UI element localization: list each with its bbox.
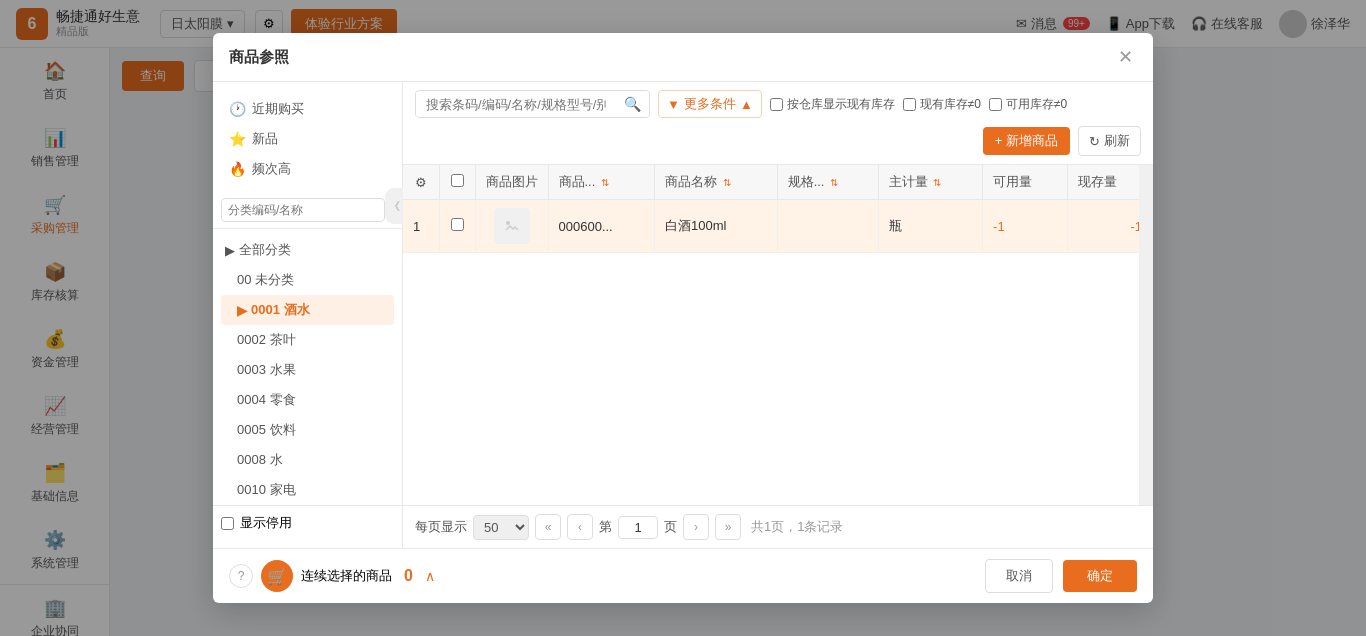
footer-left: ? 🛒 连续选择的商品 0 ∧ — [229, 560, 435, 592]
confirm-button[interactable]: 确定 — [1063, 560, 1137, 592]
selected-count: 0 — [404, 567, 413, 585]
col-settings[interactable]: ⚙ — [403, 165, 439, 200]
filter-collapse-icon: ▲ — [740, 97, 753, 112]
right-panel: 🔍 ▼ 更多条件 ▲ 按仓库显示现有库存 现有库存≠0 可用库存≠0 — [403, 82, 1153, 548]
col-spec[interactable]: 规格... ⇅ — [777, 165, 878, 200]
row-checkbox[interactable] — [451, 218, 464, 231]
last-page-btn[interactable]: » — [715, 514, 741, 540]
recent-icon: 🕐 — [229, 101, 246, 117]
available-checkbox-label[interactable]: 可用库存≠0 — [989, 96, 1067, 113]
col-code[interactable]: 商品... ⇅ — [548, 165, 655, 200]
footer-right: 取消 确定 — [985, 559, 1137, 593]
modal-close-button[interactable]: ✕ — [1113, 45, 1137, 69]
tree-item-00[interactable]: 00 未分类 — [221, 265, 394, 295]
product-table: ⚙ 商品图片 商品... ⇅ 商品名称 ⇅ — [403, 165, 1153, 253]
tree-item-0003[interactable]: 0003 水果 — [221, 355, 394, 385]
pagination: 每页显示 50 10 20 100 « ‹ 第 页 › » 共1页，1条记录 — [403, 505, 1153, 548]
page-number-input[interactable] — [618, 516, 658, 539]
tree-item-all[interactable]: ▶ 全部分类 — [221, 235, 394, 265]
prev-page-btn[interactable]: ‹ — [567, 514, 593, 540]
quick-btn-frequent[interactable]: 🔥 频次高 — [221, 154, 394, 184]
sort-spec-icon: ⇅ — [830, 177, 838, 188]
quick-btn-new[interactable]: ⭐ 新品 — [221, 124, 394, 154]
modal-title: 商品参照 — [229, 48, 289, 67]
help-button[interactable]: ? — [229, 564, 253, 588]
quick-buttons: 🕐 近期购买 ⭐ 新品 🔥 频次高 — [213, 90, 402, 188]
footer-collapse-btn[interactable]: ∧ — [425, 568, 435, 584]
per-page-label: 每页显示 — [415, 518, 467, 536]
row-unit: 瓶 — [878, 200, 982, 253]
show-disabled-row: 显示停用 — [213, 505, 402, 540]
page-suffix: 页 — [664, 518, 677, 536]
row-available: -1 — [983, 200, 1068, 253]
available-checkbox[interactable] — [989, 98, 1002, 111]
tree-arrow-all: ▶ — [225, 243, 235, 258]
check-all-checkbox[interactable] — [451, 174, 464, 187]
category-search-input[interactable] — [221, 198, 385, 222]
warehouse-checkbox[interactable] — [770, 98, 783, 111]
next-page-btn[interactable]: › — [683, 514, 709, 540]
row-name: 白酒100ml — [655, 200, 778, 253]
product-reference-modal: 商品参照 ✕ 🕐 近期购买 ⭐ 新品 🔥 频次高 — [213, 33, 1153, 603]
show-disabled-checkbox[interactable] — [221, 517, 234, 530]
product-toolbar: 🔍 ▼ 更多条件 ▲ 按仓库显示现有库存 现有库存≠0 可用库存≠0 — [403, 82, 1153, 165]
col-unit[interactable]: 主计量 ⇅ — [878, 165, 982, 200]
product-table-wrapper: ⚙ 商品图片 商品... ⇅ 商品名称 ⇅ — [403, 165, 1153, 505]
warehouse-checkbox-label[interactable]: 按仓库显示现有库存 — [770, 96, 895, 113]
cart-icon-btn[interactable]: 🛒 — [261, 560, 293, 592]
quick-btn-recent[interactable]: 🕐 近期购买 — [221, 94, 394, 124]
new-icon: ⭐ — [229, 131, 246, 147]
cancel-button[interactable]: 取消 — [985, 559, 1053, 593]
left-panel-collapse-btn[interactable]: 《 — [385, 188, 403, 224]
first-page-btn[interactable]: « — [535, 514, 561, 540]
refresh-icon: ↻ — [1089, 134, 1100, 149]
filter-btn[interactable]: ▼ 更多条件 ▲ — [658, 90, 762, 118]
tree-item-0008[interactable]: 0008 水 — [221, 445, 394, 475]
category-tree: ▶ 全部分类 00 未分类 ▶ 0001 酒水 0002 茶叶 0003 水果 — [213, 229, 402, 505]
tree-arrow-0001: ▶ — [237, 303, 247, 318]
tree-item-0002[interactable]: 0002 茶叶 — [221, 325, 394, 355]
stock-checkbox-label[interactable]: 现有库存≠0 — [903, 96, 981, 113]
per-page-select[interactable]: 50 10 20 100 — [473, 515, 529, 540]
modal-body: 🕐 近期购买 ⭐ 新品 🔥 频次高 《 🔍 — [213, 82, 1153, 548]
product-search-input[interactable] — [416, 92, 616, 117]
svg-point-1 — [506, 221, 510, 225]
row-image — [475, 200, 548, 253]
left-panel: 🕐 近期购买 ⭐ 新品 🔥 频次高 《 🔍 — [213, 82, 403, 548]
row-check[interactable] — [439, 200, 475, 253]
modal-footer: ? 🛒 连续选择的商品 0 ∧ 取消 确定 — [213, 548, 1153, 603]
frequent-icon: 🔥 — [229, 161, 246, 177]
page-label: 第 — [599, 518, 612, 536]
product-image-placeholder — [494, 208, 530, 244]
tree-item-0001[interactable]: ▶ 0001 酒水 — [221, 295, 394, 325]
row-spec — [777, 200, 878, 253]
product-search-bar: 🔍 — [415, 90, 650, 118]
add-product-button[interactable]: + 新增商品 — [983, 127, 1070, 155]
tree-item-0010[interactable]: 0010 家电 — [221, 475, 394, 505]
selected-label: 连续选择的商品 — [301, 567, 392, 585]
total-info: 共1页，1条记录 — [751, 518, 843, 536]
row-index: 1 — [403, 200, 439, 253]
col-available: 可用量 — [983, 165, 1068, 200]
sort-unit-icon: ⇅ — [933, 177, 941, 188]
filter-icon: ▼ — [667, 97, 680, 112]
col-name[interactable]: 商品名称 ⇅ — [655, 165, 778, 200]
col-check[interactable] — [439, 165, 475, 200]
refresh-button[interactable]: ↻ 刷新 — [1078, 126, 1141, 156]
table-row[interactable]: 1 000600... 白酒100ml 瓶 -1 — [403, 200, 1153, 253]
stock-checkbox[interactable] — [903, 98, 916, 111]
cart-icon: 🛒 — [267, 567, 287, 586]
col-image: 商品图片 — [475, 165, 548, 200]
modal-header: 商品参照 ✕ — [213, 33, 1153, 82]
tree-item-0004[interactable]: 0004 零食 — [221, 385, 394, 415]
row-code: 000600... — [548, 200, 655, 253]
sort-code-icon: ⇅ — [601, 177, 609, 188]
product-search-button[interactable]: 🔍 — [616, 91, 649, 117]
category-search-row: 🔍 — [213, 192, 402, 229]
sort-name-icon: ⇅ — [723, 177, 731, 188]
scrollbar[interactable] — [1139, 165, 1153, 505]
svg-rect-0 — [502, 216, 522, 236]
tree-item-0005[interactable]: 0005 饮料 — [221, 415, 394, 445]
